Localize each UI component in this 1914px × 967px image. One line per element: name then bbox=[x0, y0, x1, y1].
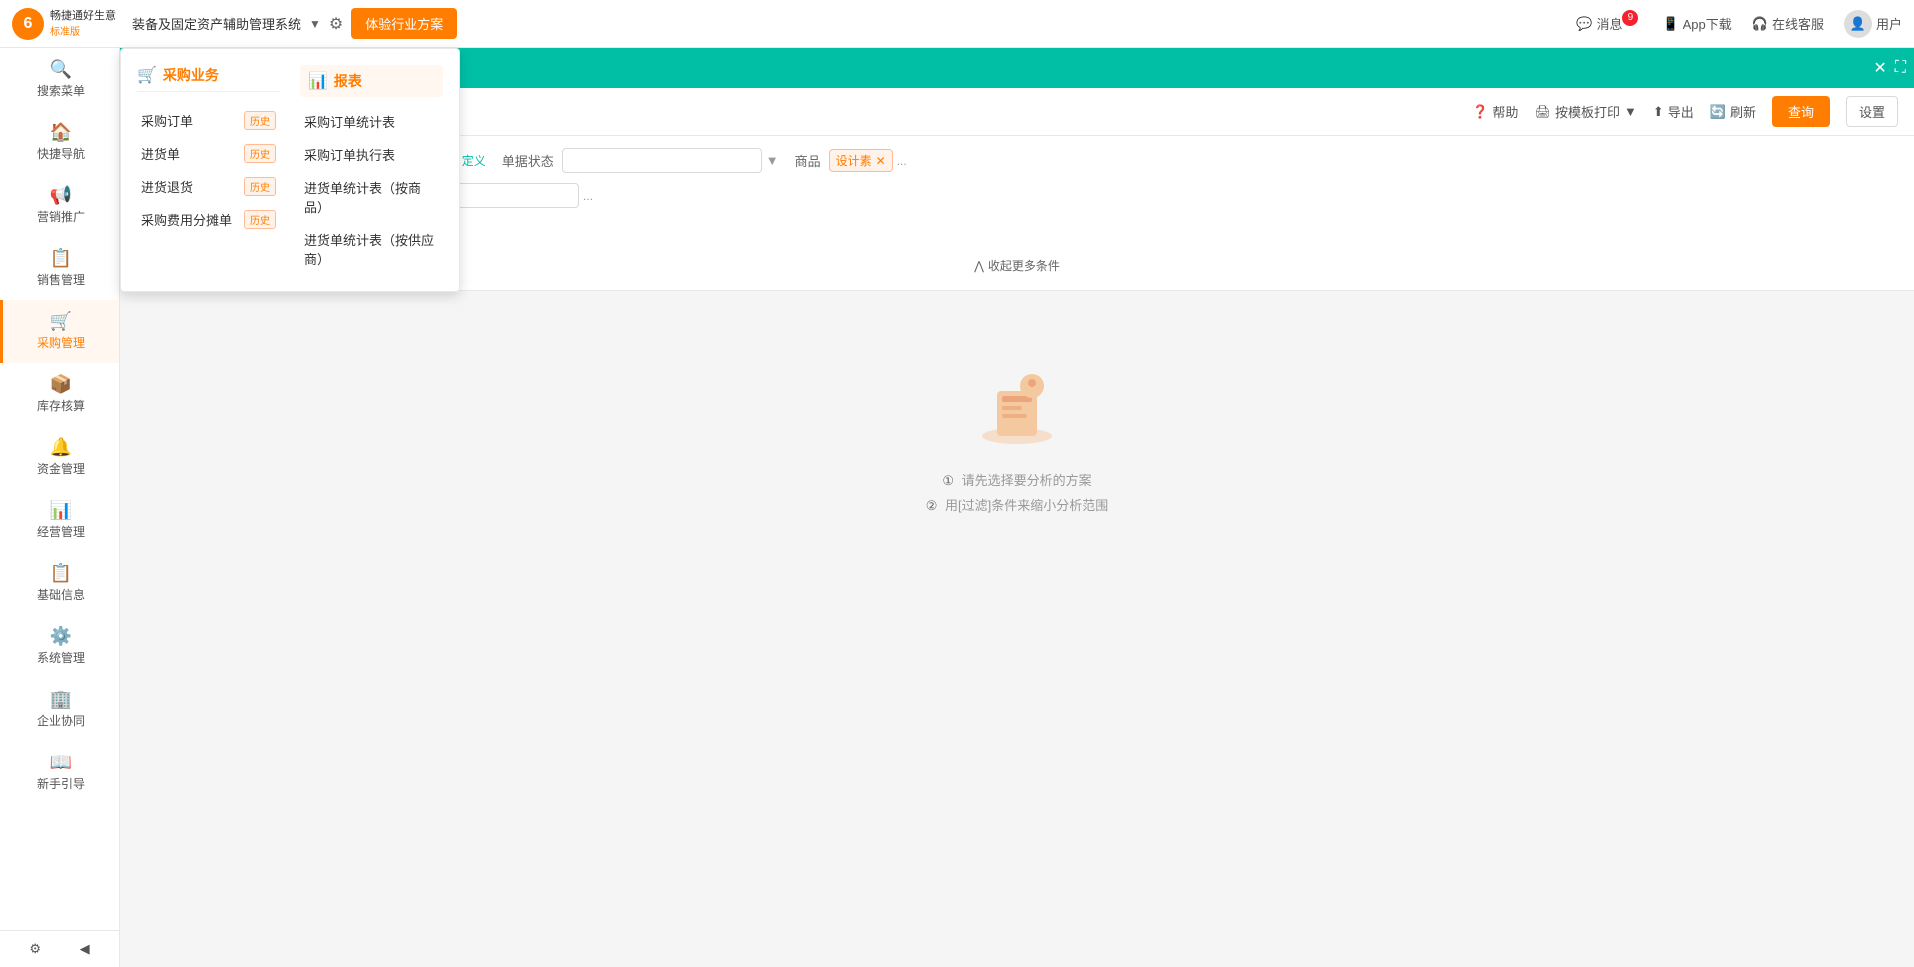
print-icon: 🖨 bbox=[1534, 104, 1551, 120]
message-icon: 💬 bbox=[1576, 16, 1592, 32]
top-header: 6 畅捷通好生意 标准版 装备及固定资产辅助管理系统 ▼ ⚙ 体验行业方案 💬 … bbox=[0, 0, 1914, 48]
tag-close-icon[interactable]: ✕ bbox=[876, 154, 886, 168]
empty-state: ① 请先选择要分析的方案 ② 用[过滤]条件来缩小分析范围 bbox=[120, 291, 1914, 597]
hist-badge-1: 历史 bbox=[244, 144, 276, 163]
empty-tip-2: ② 用[过滤]条件来缩小分析范围 bbox=[926, 495, 1109, 514]
salesman-more-btn[interactable]: ... bbox=[583, 189, 593, 203]
report-col-icon: 📊 bbox=[308, 71, 328, 91]
sidebar-item-inventory[interactable]: 📦 库存核算 bbox=[0, 363, 119, 426]
filter-voucher-status: 单据状态 ▼ bbox=[502, 148, 779, 173]
report-col-title: 📊 报表 bbox=[300, 65, 443, 97]
home-icon: 🏠 bbox=[50, 123, 72, 141]
phone-icon: 📱 bbox=[1662, 16, 1678, 32]
dropdown-item-po-stats[interactable]: 采购订单统计表 bbox=[300, 105, 443, 138]
megaphone-icon: 📢 bbox=[50, 186, 72, 204]
sidebar-item-guide[interactable]: 📖 新手引导 bbox=[0, 741, 119, 804]
export-icon: ⬆ bbox=[1653, 104, 1664, 120]
voucher-status-label: 单据状态 bbox=[502, 151, 554, 170]
system-icon: ⚙️ bbox=[50, 627, 72, 645]
hist-badge-2: 历史 bbox=[244, 177, 276, 196]
purchase-col: 🛒 采购业务 采购订单 历史 进货单 历史 进货退货 历史 采购费用分摊单 历史 bbox=[137, 65, 280, 275]
refresh-btn[interactable]: 🔄 刷新 bbox=[1710, 102, 1756, 121]
logo-text-area: 畅捷通好生意 标准版 bbox=[50, 9, 116, 38]
goods-more-btn[interactable]: ... bbox=[897, 154, 907, 168]
sales-icon: 📋 bbox=[50, 249, 72, 267]
chevron-up-icon: ⋀ bbox=[974, 259, 984, 273]
print-btn[interactable]: 🖨 按模板打印 ▼ bbox=[1534, 102, 1636, 121]
help-btn[interactable]: ❓ 帮助 bbox=[1472, 102, 1518, 121]
help-icon: ❓ bbox=[1472, 104, 1488, 120]
finance-icon: 🔔 bbox=[50, 438, 72, 456]
settings-btn[interactable]: 设置 bbox=[1846, 96, 1898, 127]
tab-expand-btn[interactable]: ⛶ bbox=[1895, 58, 1906, 78]
headset-icon: 🎧 bbox=[1752, 16, 1768, 32]
export-btn[interactable]: ⬆ 导出 bbox=[1653, 102, 1694, 121]
sidebar-item-system[interactable]: ⚙️ 系统管理 bbox=[0, 615, 119, 678]
query-btn[interactable]: 查询 bbox=[1772, 96, 1830, 127]
sidebar-item-finance[interactable]: 🔔 资金管理 bbox=[0, 426, 119, 489]
industry-btn[interactable]: 体验行业方案 bbox=[351, 8, 457, 39]
inventory-icon: 📦 bbox=[50, 375, 72, 393]
sidebar: 🔍 搜索菜单 🏠 快捷导航 📢 营销推广 📋 销售管理 🛒 采购管理 📦 库存核… bbox=[0, 48, 120, 967]
system-dropdown-btn[interactable]: ▼ bbox=[309, 17, 321, 31]
sidebar-settings-btn[interactable]: ⚙ bbox=[29, 941, 41, 957]
message-action[interactable]: 💬 消息 9 bbox=[1576, 14, 1642, 33]
collapse-conditions-btn[interactable]: ⋀ 收起更多条件 bbox=[970, 253, 1064, 278]
goods-label: 商品 bbox=[795, 151, 821, 170]
refresh-icon: 🔄 bbox=[1710, 104, 1726, 120]
goods-tag[interactable]: 设计素 ✕ bbox=[829, 149, 893, 172]
sidebar-item-sales[interactable]: 📋 销售管理 bbox=[0, 237, 119, 300]
dropdown-item-si-by-goods[interactable]: 进货单统计表（按商品） bbox=[300, 171, 443, 223]
system-settings-btn[interactable]: ⚙ bbox=[329, 14, 343, 34]
purchase-col-icon: 🛒 bbox=[137, 65, 157, 85]
tab-close-all-btn[interactable]: ✕ bbox=[1873, 58, 1886, 78]
hist-badge-3: 历史 bbox=[244, 210, 276, 229]
sidebar-item-purchase[interactable]: 🛒 采购管理 bbox=[0, 300, 119, 363]
purchase-col-title: 🛒 采购业务 bbox=[137, 65, 280, 92]
logo-name: 畅捷通好生意 bbox=[50, 9, 116, 23]
sidebar-item-operation[interactable]: 📊 经营管理 bbox=[0, 489, 119, 552]
sidebar-item-basic[interactable]: 📋 基础信息 bbox=[0, 552, 119, 615]
filter-goods: 商品 设计素 ✕ ... bbox=[795, 149, 907, 172]
sidebar-collapse-btn[interactable]: ◀ bbox=[80, 941, 90, 957]
message-badge: 9 bbox=[1622, 10, 1638, 26]
user-action[interactable]: 👤 用户 bbox=[1844, 10, 1902, 38]
sidebar-item-quick-nav[interactable]: 🏠 快捷导航 bbox=[0, 111, 119, 174]
report-col: 📊 报表 采购订单统计表 采购订单执行表 进货单统计表（按商品） 进货单统计表（… bbox=[300, 65, 443, 275]
sidebar-item-marketing[interactable]: 📢 营销推广 bbox=[0, 174, 119, 237]
guide-icon: 📖 bbox=[50, 753, 72, 771]
chevron-down-icon: ▼ bbox=[766, 153, 779, 168]
app-download-action[interactable]: 📱 App下载 bbox=[1662, 14, 1731, 33]
empty-tip-1: ① 请先选择要分析的方案 bbox=[942, 470, 1091, 489]
online-service-action[interactable]: 🎧 在线客服 bbox=[1752, 14, 1824, 33]
operation-icon: 📊 bbox=[50, 501, 72, 519]
sidebar-item-enterprise[interactable]: 🏢 企业协同 bbox=[0, 678, 119, 741]
dropdown-item-stock-in[interactable]: 进货单 历史 bbox=[137, 137, 280, 170]
tab-controls: ✕ ⛶ bbox=[1873, 58, 1906, 78]
header-center: 装备及固定资产辅助管理系统 ▼ ⚙ 体验行业方案 bbox=[132, 8, 1576, 39]
dropdown-item-purchase-cost[interactable]: 采购费用分摊单 历史 bbox=[137, 203, 280, 236]
dropdown-item-stock-return[interactable]: 进货退货 历史 bbox=[137, 170, 280, 203]
sidebar-item-search[interactable]: 🔍 搜索菜单 bbox=[0, 48, 119, 111]
search-icon: 🔍 bbox=[50, 60, 72, 78]
purchase-icon: 🛒 bbox=[50, 312, 72, 330]
empty-illustration bbox=[967, 371, 1067, 451]
user-avatar: 👤 bbox=[1844, 10, 1872, 38]
chevron-down-icon: ▼ bbox=[1624, 104, 1637, 119]
header-right: 💬 消息 9 📱 App下载 🎧 在线客服 👤 用户 bbox=[1576, 10, 1902, 38]
purchase-dropdown-menu: 🛒 采购业务 采购订单 历史 进货单 历史 进货退货 历史 采购费用分摊单 历史… bbox=[120, 48, 460, 292]
enterprise-icon: 🏢 bbox=[50, 690, 72, 708]
hist-badge-0: 历史 bbox=[244, 111, 276, 130]
logo-sub: 标准版 bbox=[50, 23, 116, 38]
logo-area: 6 畅捷通好生意 标准版 bbox=[12, 8, 132, 40]
sidebar-bottom: ⚙ ◀ bbox=[0, 930, 119, 967]
dropdown-item-po-exec[interactable]: 采购订单执行表 bbox=[300, 138, 443, 171]
dropdown-item-si-by-supplier[interactable]: 进货单统计表（按供应商） bbox=[300, 223, 443, 275]
basic-icon: 📋 bbox=[50, 564, 72, 582]
system-title: 装备及固定资产辅助管理系统 bbox=[132, 14, 301, 33]
dropdown-item-purchase-order[interactable]: 采购订单 历史 bbox=[137, 104, 280, 137]
logo-icon: 6 bbox=[12, 8, 44, 40]
voucher-status-input[interactable] bbox=[562, 148, 762, 173]
